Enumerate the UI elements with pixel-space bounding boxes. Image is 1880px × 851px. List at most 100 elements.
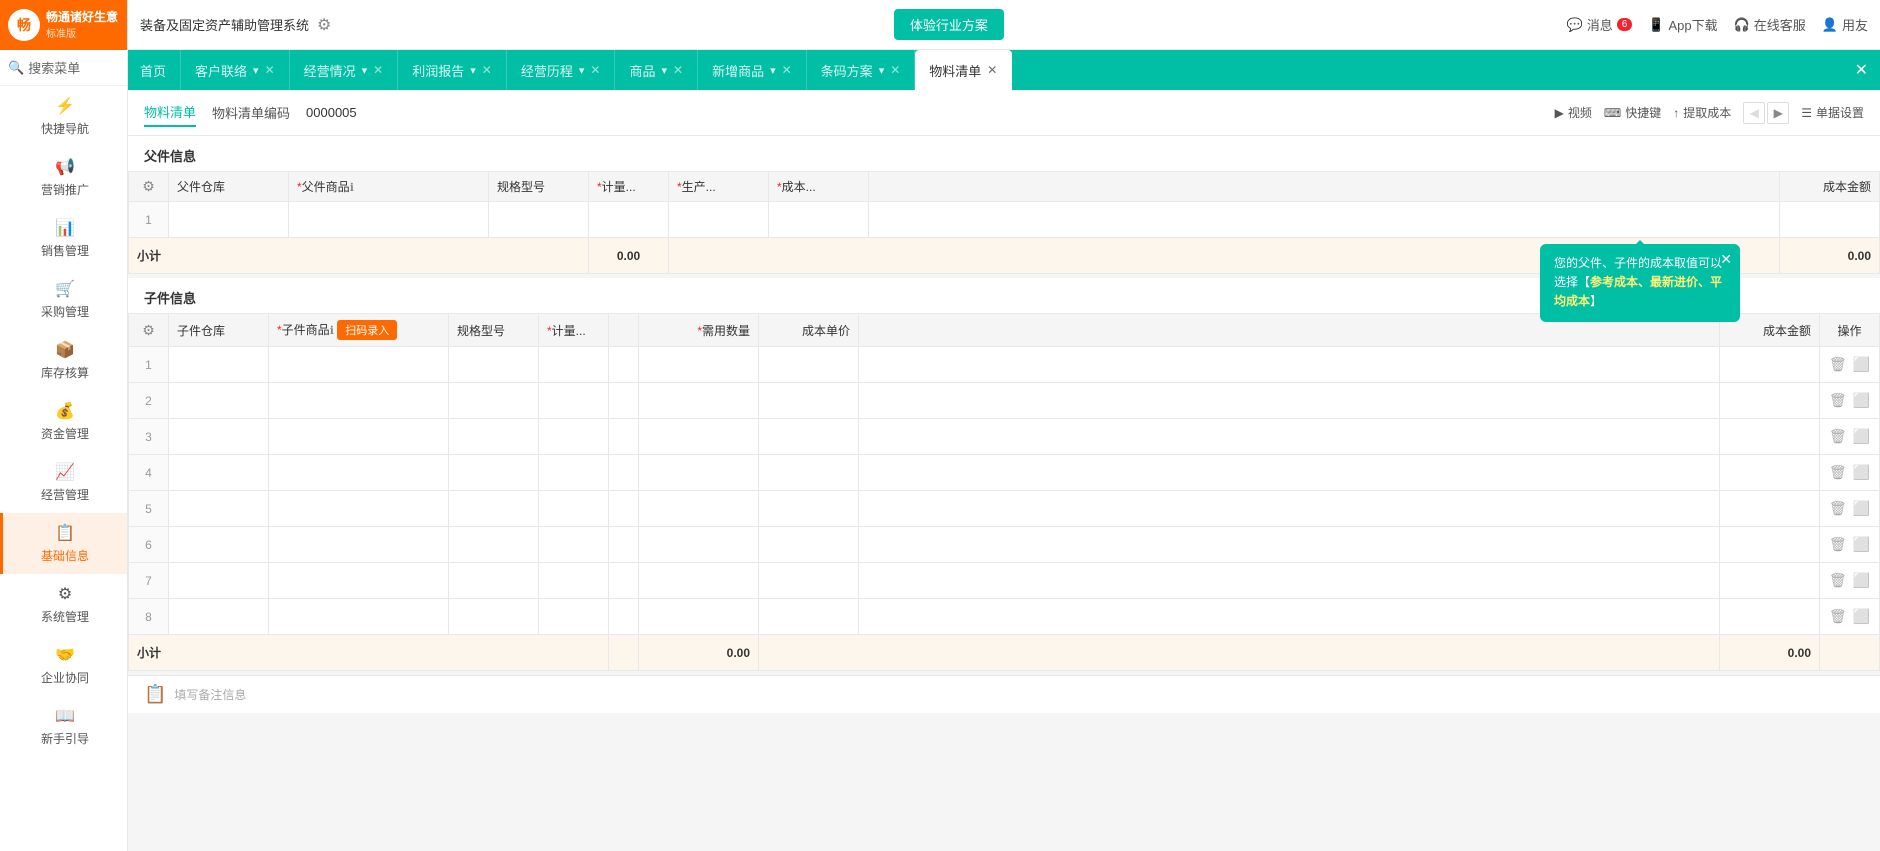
child-cell-unit-6[interactable] (539, 527, 609, 563)
parent-cell-warehouse-1[interactable] (169, 202, 289, 238)
child-cell-product-5[interactable] (269, 491, 449, 527)
child-cell-qty-5[interactable] (639, 491, 759, 527)
child-cell-qty-7[interactable] (639, 563, 759, 599)
parent-cell-spec-1[interactable] (489, 202, 589, 238)
tab-close-5[interactable]: ✕ (673, 63, 683, 77)
nav-tab-4[interactable]: 经营历程▾✕ (507, 50, 616, 90)
sub-tab-bill[interactable]: 物料清单 (144, 98, 196, 127)
child-cell-unitprice-2[interactable] (759, 383, 859, 419)
app-download-btn[interactable]: 📱 App下载 (1648, 15, 1717, 34)
sidebar-item-8[interactable]: ⚙系统管理 (0, 574, 127, 635)
child-cell-warehouse-1[interactable] (169, 347, 269, 383)
child-cell-unit-2[interactable] (539, 383, 609, 419)
child-cell-spec-8[interactable] (449, 599, 539, 635)
nav-close-btn[interactable]: ✕ (1847, 60, 1876, 80)
nav-tab-6[interactable]: 新增商品▾✕ (698, 50, 807, 90)
delete-icon-7[interactable]: 🗑 (1829, 572, 1847, 589)
child-cell-unit-1[interactable] (539, 347, 609, 383)
child-cell-spec-3[interactable] (449, 419, 539, 455)
child-cell-qty-4[interactable] (639, 455, 759, 491)
parent-cell-unit-1[interactable] (589, 202, 669, 238)
copy-icon-4[interactable]: ⬜ (1853, 464, 1870, 481)
parent-cell-product-1[interactable] (289, 202, 489, 238)
sidebar-item-6[interactable]: 📈经营管理 (0, 452, 127, 513)
nav-tab-2[interactable]: 经营情况▾✕ (290, 50, 399, 90)
child-cell-product-3[interactable] (269, 419, 449, 455)
sub-tab-code[interactable]: 物料清单编码 (212, 99, 290, 126)
child-cell-unitprice-7[interactable] (759, 563, 859, 599)
shortcut-btn[interactable]: ⌨ 快捷键 (1604, 104, 1661, 121)
video-btn[interactable]: ▶ 视频 (1555, 104, 1592, 121)
tab-close-8[interactable]: ✕ (987, 63, 997, 77)
child-cell-warehouse-3[interactable] (169, 419, 269, 455)
sidebar-item-9[interactable]: 🤝企业协同 (0, 635, 127, 696)
nav-tab-7[interactable]: 条码方案▾✕ (807, 50, 916, 90)
parent-settings-icon[interactable]: ⚙ (142, 178, 155, 194)
copy-icon-7[interactable]: ⬜ (1853, 572, 1870, 589)
child-cell-warehouse-2[interactable] (169, 383, 269, 419)
child-cell-unit-5[interactable] (539, 491, 609, 527)
child-cell-qty-3[interactable] (639, 419, 759, 455)
child-cell-warehouse-8[interactable] (169, 599, 269, 635)
sidebar-item-7[interactable]: 📋基础信息 (0, 513, 127, 574)
delete-icon-8[interactable]: 🗑 (1829, 608, 1847, 625)
child-cell-unitprice-3[interactable] (759, 419, 859, 455)
child-cell-unit-4[interactable] (539, 455, 609, 491)
delete-icon-2[interactable]: 🗑 (1829, 392, 1847, 409)
child-cell-unit-3[interactable] (539, 419, 609, 455)
sidebar-item-0[interactable]: ⚡快捷导航 (0, 86, 127, 147)
child-cell-warehouse-6[interactable] (169, 527, 269, 563)
child-cell-product-6[interactable] (269, 527, 449, 563)
child-cell-unitprice-4[interactable] (759, 455, 859, 491)
child-cell-unit-8[interactable] (539, 599, 609, 635)
extract-cost-btn[interactable]: ↑ 提取成本 (1673, 104, 1731, 121)
child-cell-qty-6[interactable] (639, 527, 759, 563)
sidebar-item-10[interactable]: 📖新手引导 (0, 696, 127, 757)
child-cell-unitprice-6[interactable] (759, 527, 859, 563)
child-settings-icon[interactable]: ⚙ (142, 322, 155, 338)
copy-icon-3[interactable]: ⬜ (1853, 428, 1870, 445)
child-cell-spec-2[interactable] (449, 383, 539, 419)
child-cell-spec-7[interactable] (449, 563, 539, 599)
child-cell-product-2[interactable] (269, 383, 449, 419)
nav-tab-8[interactable]: 物料清单✕ (915, 50, 1012, 90)
delete-icon-1[interactable]: 🗑 (1829, 356, 1847, 373)
settings-icon[interactable]: ⚙ (317, 15, 331, 35)
delete-icon-4[interactable]: 🗑 (1829, 464, 1847, 481)
nav-tab-3[interactable]: 利润报告▾✕ (398, 50, 507, 90)
tab-close-1[interactable]: ✕ (265, 63, 275, 77)
tab-close-3[interactable]: ✕ (482, 63, 492, 77)
sidebar-item-3[interactable]: 🛒采购管理 (0, 269, 127, 330)
child-cell-qty-8[interactable] (639, 599, 759, 635)
child-cell-spec-1[interactable] (449, 347, 539, 383)
delete-icon-5[interactable]: 🗑 (1829, 500, 1847, 517)
child-cell-spec-4[interactable] (449, 455, 539, 491)
sidebar-item-1[interactable]: 📢营销推广 (0, 147, 127, 208)
child-cell-spec-5[interactable] (449, 491, 539, 527)
sidebar-item-2[interactable]: 📊销售管理 (0, 208, 127, 269)
tab-close-4[interactable]: ✕ (590, 63, 600, 77)
nav-tab-5[interactable]: 商品▾✕ (615, 50, 698, 90)
delete-icon-3[interactable]: 🗑 (1829, 428, 1847, 445)
child-cell-qty-1[interactable] (639, 347, 759, 383)
tooltip-close-btn[interactable]: ✕ (1720, 248, 1732, 270)
parent-cell-cost-1[interactable] (769, 202, 869, 238)
child-cell-unitprice-1[interactable] (759, 347, 859, 383)
tab-close-2[interactable]: ✕ (373, 63, 383, 77)
delete-icon-6[interactable]: 🗑 (1829, 536, 1847, 553)
sidebar-search[interactable]: 🔍 搜索菜单 (0, 50, 127, 86)
child-cell-product-7[interactable] (269, 563, 449, 599)
child-cell-warehouse-7[interactable] (169, 563, 269, 599)
scan-btn[interactable]: 扫码录入 (337, 320, 397, 340)
nav-next-btn[interactable]: ▶ (1767, 102, 1789, 124)
nav-tab-0[interactable]: 首页 (132, 50, 181, 90)
bill-settings-btn[interactable]: ☰ 单据设置 (1801, 104, 1864, 121)
child-cell-product-4[interactable] (269, 455, 449, 491)
child-cell-unit-7[interactable] (539, 563, 609, 599)
trial-btn[interactable]: 体验行业方案 (894, 9, 1004, 40)
tab-close-6[interactable]: ✕ (782, 63, 792, 77)
child-cell-warehouse-5[interactable] (169, 491, 269, 527)
copy-icon-8[interactable]: ⬜ (1853, 608, 1870, 625)
nav-prev-btn[interactable]: ◀ (1743, 102, 1765, 124)
child-cell-unitprice-5[interactable] (759, 491, 859, 527)
